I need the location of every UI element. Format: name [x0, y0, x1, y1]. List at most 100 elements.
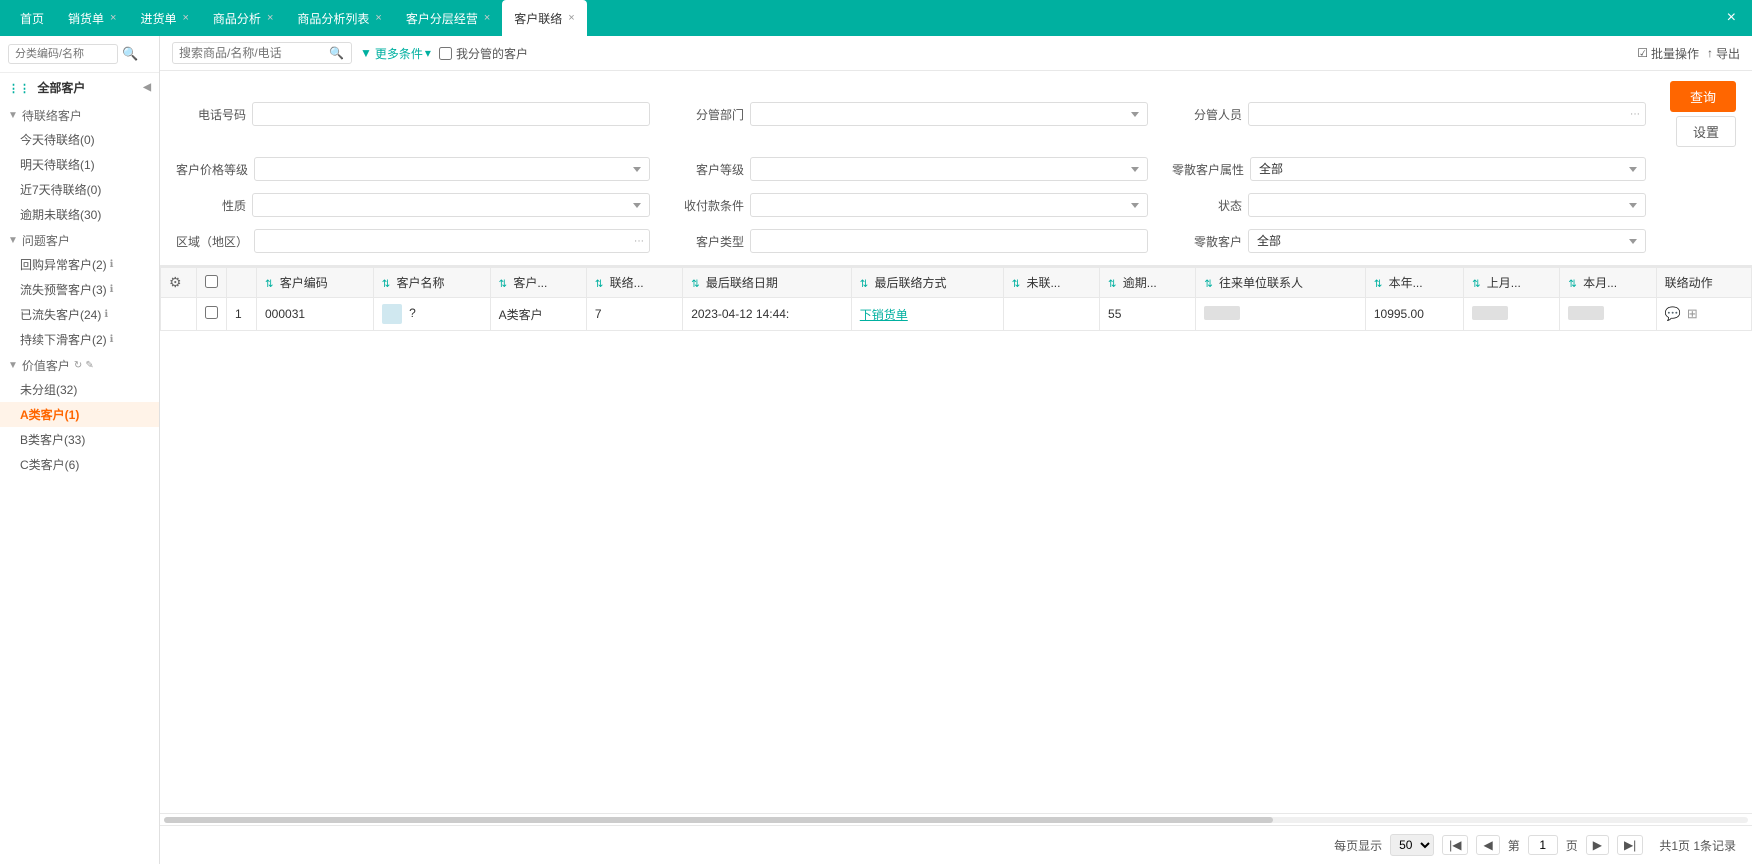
staff-dots-icon[interactable]: ···	[1630, 109, 1640, 120]
sidebar-item-today[interactable]: 今天待联络(0)	[0, 127, 159, 152]
th-uncontacted[interactable]: ⇅ 未联...	[1003, 268, 1099, 298]
close-icon[interactable]: ×	[484, 12, 490, 24]
row-checkbox[interactable]	[205, 306, 218, 319]
top-navigation: 首页 销货单 × 进货单 × 商品分析 × 商品分析列表 × 客户分层经营 × …	[0, 0, 1752, 36]
sidebar-item-churned[interactable]: 已流失客户(24) ℹ	[0, 302, 159, 327]
value-customer-group[interactable]: ▼ 价值客户 ↻ ✎	[0, 352, 159, 377]
sidebar-item-rebuy-abnormal[interactable]: 回购异常客户(2) ℹ	[0, 252, 159, 277]
close-icon[interactable]: ×	[267, 12, 273, 24]
nav-product-analysis-list[interactable]: 商品分析列表 ×	[285, 0, 393, 36]
sidebar-search-input[interactable]	[8, 44, 118, 64]
th-contacts[interactable]: ⇅ 往来单位联系人	[1196, 268, 1366, 298]
dept-select[interactable]	[750, 102, 1148, 126]
first-page-button[interactable]: |◀	[1442, 835, 1468, 855]
sort-icon: ⇅	[1374, 279, 1382, 290]
nav-customer-tier[interactable]: 客户分层经营 ×	[394, 0, 502, 36]
horizontal-scrollbar[interactable]	[160, 813, 1752, 825]
info-icon: ℹ	[110, 284, 114, 295]
pending-contact-group[interactable]: ▼ 待联络客户	[0, 102, 159, 127]
price-grade-select[interactable]	[254, 157, 650, 181]
close-icon[interactable]: ×	[110, 12, 116, 24]
td-this-month	[1560, 298, 1656, 331]
message-icon[interactable]: 💬	[1665, 306, 1681, 322]
next-page-button[interactable]: ▶	[1586, 835, 1609, 855]
more-conditions-button[interactable]: ▼ 更多条件 ▾	[360, 45, 431, 62]
sidebar-item-declining[interactable]: 持续下滑客户(2) ℹ	[0, 327, 159, 352]
nature-select[interactable]	[252, 193, 650, 217]
settings-button[interactable]: 设置	[1676, 116, 1736, 147]
td-last-month	[1464, 298, 1560, 331]
region-dots-icon[interactable]: ···	[634, 236, 644, 247]
my-customers-checkbox-label[interactable]: 我分管的客户	[439, 45, 528, 62]
phone-input[interactable]	[252, 102, 650, 126]
th-last-contact-method[interactable]: ⇅ 最后联络方式	[851, 268, 1003, 298]
prev-page-button[interactable]: ◀	[1476, 835, 1499, 855]
customer-grade-select[interactable]	[750, 157, 1148, 181]
th-customer-type[interactable]: ⇅ 客户...	[490, 268, 586, 298]
nav-purchase-order[interactable]: 进货单 ×	[128, 0, 200, 36]
batch-op-button[interactable]: ☑ 批量操作	[1637, 45, 1699, 62]
qr-icon[interactable]: ⊞	[1687, 306, 1698, 322]
sidebar-item-class-a[interactable]: A类客户(1)	[0, 402, 159, 427]
filter-icon: ▼	[360, 46, 372, 60]
th-current-year[interactable]: ⇅ 本年...	[1365, 268, 1463, 298]
nav-home[interactable]: 首页	[8, 0, 56, 36]
close-icon[interactable]: ×	[182, 12, 188, 24]
pay-cond-select[interactable]	[750, 193, 1148, 217]
sidebar-item-class-b[interactable]: B类客户(33)	[0, 427, 159, 452]
th-contact-count[interactable]: ⇅ 联络...	[586, 268, 682, 298]
per-page-select[interactable]: 50	[1390, 834, 1434, 856]
search-icon[interactable]: 🔍	[329, 46, 344, 60]
sort-icon: ⇅	[1568, 279, 1576, 290]
page-number-input[interactable]	[1528, 835, 1558, 855]
last-month-badge	[1472, 306, 1508, 320]
close-icon[interactable]: ×	[375, 12, 381, 24]
filter-cell-customer-type: 客户类型	[674, 229, 1148, 253]
gear-icon[interactable]: ⚙	[169, 274, 182, 290]
filter-row-4: 区域（地区） ··· 客户类型 零散客户 全部	[176, 227, 1736, 255]
sidebar-item-tomorrow[interactable]: 明天待联络(1)	[0, 152, 159, 177]
th-this-month[interactable]: ⇅ 本月...	[1560, 268, 1656, 298]
close-icon[interactable]: ×	[568, 12, 574, 24]
last-page-button[interactable]: ▶|	[1617, 835, 1643, 855]
filter-cell-region: 区域（地区） ···	[176, 229, 650, 253]
zero-customer-select[interactable]: 全部	[1248, 229, 1646, 253]
sidebar-item-churn-warning[interactable]: 流失预警客户(3) ℹ	[0, 277, 159, 302]
th-code[interactable]: ⇅ 客户编码	[257, 268, 374, 298]
close-all-button[interactable]: ×	[1719, 9, 1744, 27]
filter-cell-customer-grade: 客户等级	[674, 157, 1148, 181]
my-customers-checkbox[interactable]	[439, 47, 452, 60]
staff-input[interactable]	[1248, 102, 1646, 126]
refresh-icon[interactable]: ↻	[74, 360, 82, 371]
sidebar-item-class-c[interactable]: C类客户(6)	[0, 452, 159, 477]
nav-product-analysis[interactable]: 商品分析 ×	[201, 0, 285, 36]
sidebar-item-7days[interactable]: 近7天待联络(0)	[0, 177, 159, 202]
all-customers-header[interactable]: ⋮⋮ 全部客户 ◀	[0, 73, 159, 102]
sidebar-item-unclassified[interactable]: 未分组(32)	[0, 377, 159, 402]
search-input[interactable]	[179, 46, 329, 60]
nav-sales-order[interactable]: 销货单 ×	[56, 0, 128, 36]
zero-attr-select[interactable]: 全部	[1250, 157, 1646, 181]
th-name[interactable]: ⇅ 客户名称	[373, 268, 490, 298]
th-overdue[interactable]: ⇅ 逾期...	[1100, 268, 1196, 298]
problem-customer-group[interactable]: ▼ 问题客户	[0, 227, 159, 252]
sidebar-item-overdue[interactable]: 逾期未联络(30)	[0, 202, 159, 227]
edit-icon[interactable]: ✎	[85, 360, 93, 371]
th-last-contact-date[interactable]: ⇅ 最后联络日期	[683, 268, 852, 298]
customer-avatar	[382, 304, 402, 324]
td-overdue-extra	[1196, 298, 1366, 331]
query-button[interactable]: 查询	[1670, 81, 1736, 112]
sort-icon: ⇅	[595, 279, 603, 290]
collapse-icon[interactable]: ◀	[143, 82, 151, 93]
scroll-thumb[interactable]	[164, 817, 1273, 823]
contact-method-link[interactable]: 下销货单	[860, 308, 908, 322]
th-last-month[interactable]: ⇅ 上月...	[1464, 268, 1560, 298]
export-button[interactable]: ↑ 导出	[1707, 45, 1740, 62]
nav-customer-contact[interactable]: 客户联络 ×	[502, 0, 586, 36]
select-all-checkbox[interactable]	[205, 275, 218, 288]
sidebar-search-icon[interactable]: 🔍	[122, 46, 138, 62]
customer-type-input[interactable]	[750, 229, 1148, 253]
sort-icon: ⇅	[860, 279, 868, 290]
region-input[interactable]	[254, 229, 650, 253]
status-select[interactable]	[1248, 193, 1646, 217]
